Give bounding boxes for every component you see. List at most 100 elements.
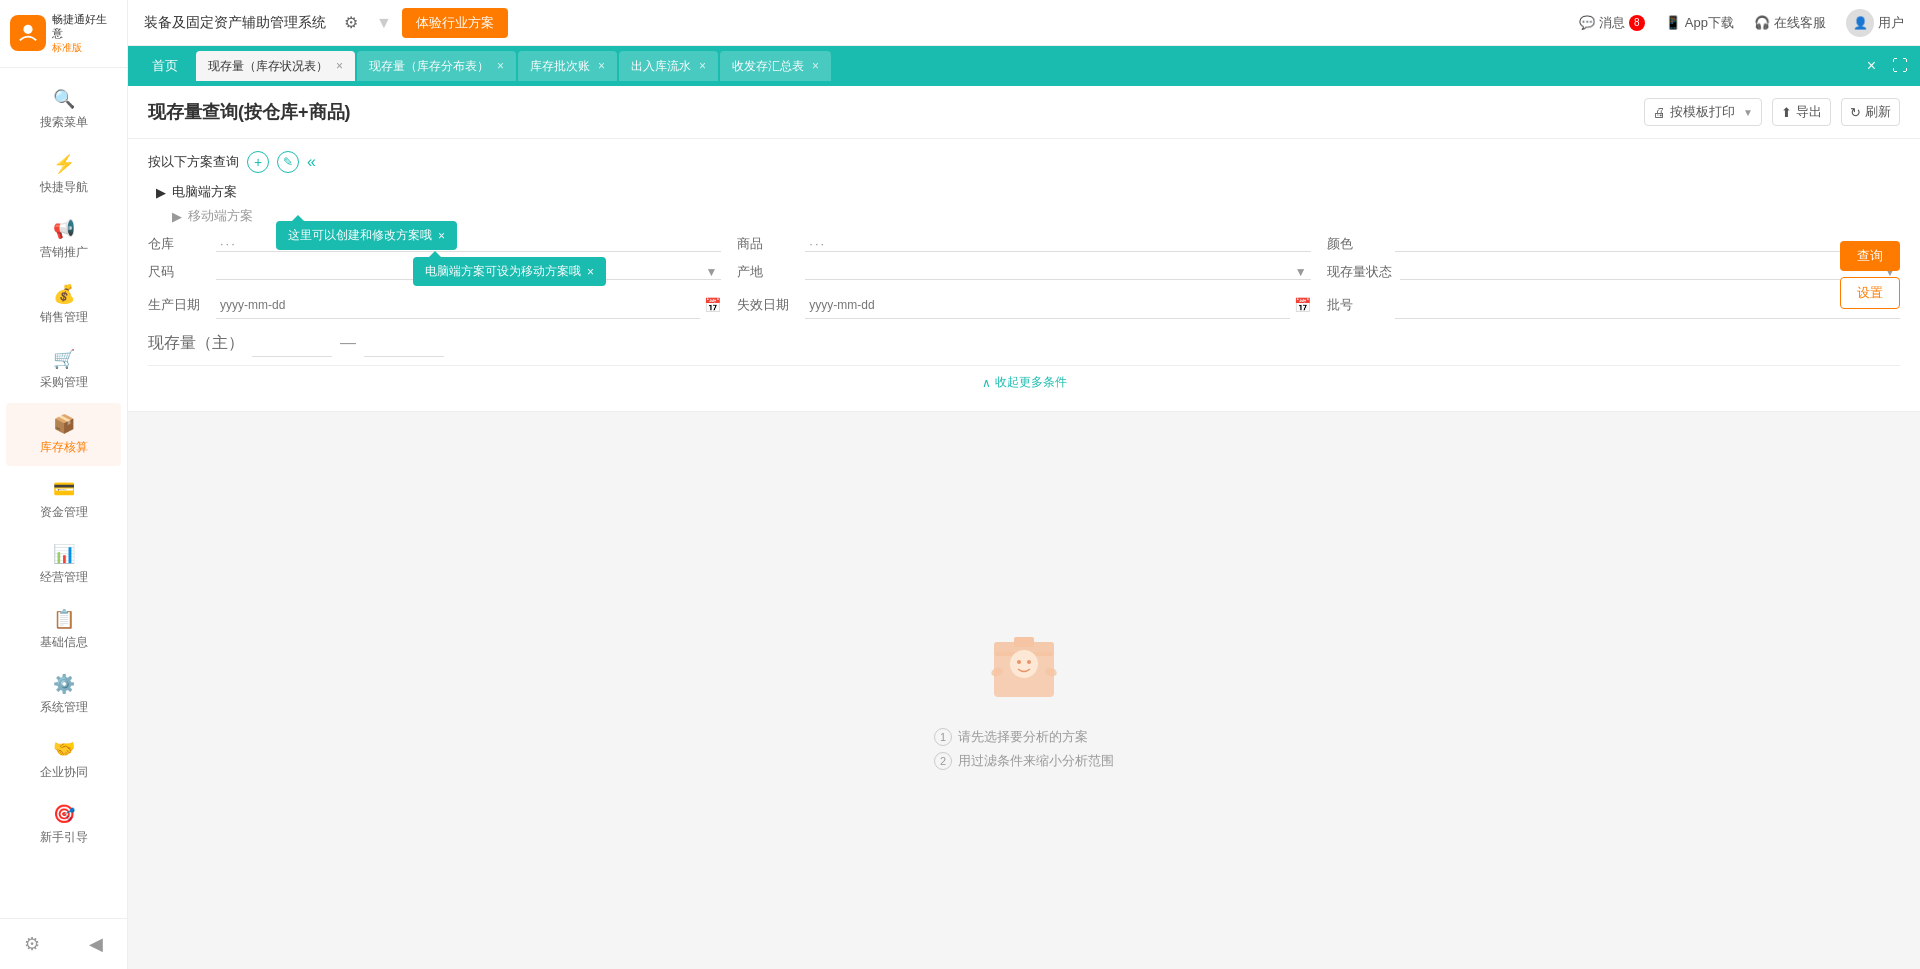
filter-header: 按以下方案查询 + ✎ « xyxy=(148,151,1900,173)
add-scheme-btn[interactable]: + xyxy=(247,151,269,173)
tab-batch-account[interactable]: 库存批次账 × xyxy=(518,51,617,81)
avatar: 👤 xyxy=(1846,9,1874,37)
tab-inventory-dist[interactable]: 现存量（库存分布表） × xyxy=(357,51,516,81)
online-support-label: 在线客服 xyxy=(1774,14,1826,32)
print-dropdown-icon: ▼ xyxy=(1743,107,1753,118)
sidebar-item-label: 资金管理 xyxy=(40,504,88,521)
message-btn[interactable]: 💬 消息 8 xyxy=(1579,14,1645,32)
step-1-num: 1 xyxy=(934,728,952,746)
filter-label: 按以下方案查询 xyxy=(148,153,239,171)
create-scheme-text: 这里可以创建和修改方案哦 xyxy=(288,227,432,244)
reset-btn[interactable]: 设置 xyxy=(1840,277,1900,309)
logo-icon xyxy=(10,15,46,51)
batch-no-input[interactable] xyxy=(1395,291,1900,319)
settings-bottom-btn[interactable]: ⚙ xyxy=(16,929,48,959)
header-settings-btn[interactable]: ⚙ xyxy=(336,8,366,38)
size-dropdown-icon: ▼ xyxy=(705,265,717,279)
sidebar-nav: 🔍 搜索菜单 ⚡ 快捷导航 📢 营销推广 💰 销售管理 🛒 采购管理 📦 库存核… xyxy=(0,68,127,918)
sidebar-item-label: 经营管理 xyxy=(40,569,88,586)
edit-scheme-btn[interactable]: ✎ xyxy=(277,151,299,173)
inventory-min-input[interactable] xyxy=(252,329,332,357)
tooltip-close-btn[interactable]: × xyxy=(438,229,445,243)
refresh-btn[interactable]: ↻ 刷新 xyxy=(1841,98,1900,126)
batch-no-label: 批号 xyxy=(1327,296,1387,314)
prev-scheme-btn[interactable]: « xyxy=(307,153,316,171)
tab-fullscreen-btn[interactable]: ⛶ xyxy=(1888,55,1912,77)
sidebar-item-sales[interactable]: 💰 销售管理 xyxy=(6,273,121,336)
sidebar-item-inventory[interactable]: 📦 库存核算 xyxy=(6,403,121,466)
calendar-icon-start[interactable]: 📅 xyxy=(704,297,721,313)
sidebar-item-search[interactable]: 🔍 搜索菜单 xyxy=(6,78,121,141)
system-icon: ⚙️ xyxy=(53,673,75,695)
tab-close-btn[interactable]: × xyxy=(497,59,504,73)
user-label: 用户 xyxy=(1878,14,1904,32)
origin-field: 产地 ▼ xyxy=(737,263,1310,281)
empty-step-1-text: 请先选择要分析的方案 xyxy=(958,728,1088,746)
tab-close-all-btn[interactable]: × xyxy=(1863,55,1880,77)
stock-status-field: 现存量状态 ▼ xyxy=(1327,263,1900,281)
tab-inout-flow[interactable]: 出入库流水 × xyxy=(619,51,718,81)
create-scheme-tooltip: 这里可以创建和修改方案哦 × xyxy=(276,221,457,250)
scheme-tooltip-popup: 电脑端方案可设为移动方案哦 × xyxy=(413,257,606,286)
tab-close-btn[interactable]: × xyxy=(812,59,819,73)
content-area: 现存量查询(按仓库+商品) 🖨 按模板打印 ▼ ⬆ 导出 ↻ 刷新 xyxy=(128,86,1920,969)
sidebar-item-quick-nav[interactable]: ⚡ 快捷导航 xyxy=(6,143,121,206)
sidebar-item-base-info[interactable]: 📋 基础信息 xyxy=(6,598,121,661)
marketing-icon: 📢 xyxy=(53,218,75,240)
user-menu[interactable]: 👤 用户 xyxy=(1846,9,1904,37)
sidebar-item-label: 库存核算 xyxy=(40,439,88,456)
print-btn[interactable]: 🖨 按模板打印 ▼ xyxy=(1644,98,1762,126)
sidebar-item-label: 基础信息 xyxy=(40,634,88,651)
tab-close-btn[interactable]: × xyxy=(598,59,605,73)
svg-point-0 xyxy=(23,25,32,34)
inventory-separator: — xyxy=(340,334,356,352)
production-date-range: 📅 xyxy=(216,291,721,319)
filter-area: 按以下方案查询 + ✎ « ▶ 电脑端方案 ▶ 移动端方案 电脑端方案可设为移动… xyxy=(128,139,1920,412)
desktop-scheme-item[interactable]: ▶ 电脑端方案 xyxy=(156,183,1900,201)
sidebar-item-operations[interactable]: 📊 经营管理 xyxy=(6,533,121,596)
sidebar-item-guide[interactable]: 🎯 新手引导 xyxy=(6,793,121,856)
tab-inventory-status[interactable]: 现存量（库存状况表） × xyxy=(196,51,355,81)
page-header: 现存量查询(按仓库+商品) 🖨 按模板打印 ▼ ⬆ 导出 ↻ 刷新 xyxy=(128,86,1920,139)
message-label: 消息 xyxy=(1599,14,1625,32)
chevron-up-icon: ∧ xyxy=(982,376,991,390)
page-actions: 🖨 按模板打印 ▼ ⬆ 导出 ↻ 刷新 xyxy=(1644,98,1900,126)
collapse-more-btn[interactable]: ∧ 收起更多条件 xyxy=(148,365,1900,399)
color-field: 颜色 ▼ xyxy=(1327,235,1900,253)
calendar-icon-expiry[interactable]: 📅 xyxy=(1294,297,1311,313)
sidebar-item-system[interactable]: ⚙️ 系统管理 xyxy=(6,663,121,726)
enterprise-icon: 🤝 xyxy=(53,738,75,760)
color-label: 颜色 xyxy=(1327,235,1387,253)
phone-icon: 📱 xyxy=(1665,15,1681,30)
page-title: 现存量查询(按仓库+商品) xyxy=(148,100,351,124)
sidebar-item-finance[interactable]: 💳 资金管理 xyxy=(6,468,121,531)
top-header: 装备及固定资产辅助管理系统 ⚙ ▼ 体验行业方案 💬 消息 8 📱 App下载 … xyxy=(128,0,1920,46)
svg-rect-3 xyxy=(1014,637,1034,647)
search-btn[interactable]: 查询 xyxy=(1840,241,1900,271)
search-icon: 🔍 xyxy=(53,88,75,110)
empty-state: 1 请先选择要分析的方案 2 用过滤条件来缩小分析范围 xyxy=(128,412,1920,969)
sidebar-item-purchase[interactable]: 🛒 采购管理 xyxy=(6,338,121,401)
sidebar-item-label: 企业协同 xyxy=(40,764,88,781)
warehouse-label: 仓库 xyxy=(148,235,208,253)
expiry-date-start[interactable] xyxy=(805,291,1289,319)
tab-summary[interactable]: 收发存汇总表 × xyxy=(720,51,831,81)
tab-home[interactable]: 首页 xyxy=(136,46,194,86)
sidebar-item-enterprise[interactable]: 🤝 企业协同 xyxy=(6,728,121,791)
online-support-btn[interactable]: 🎧 在线客服 xyxy=(1754,14,1826,32)
quick-nav-icon: ⚡ xyxy=(53,153,75,175)
inventory-max-input[interactable] xyxy=(364,329,444,357)
sidebar-item-marketing[interactable]: 📢 营销推广 xyxy=(6,208,121,271)
production-date-start[interactable] xyxy=(216,291,700,319)
sidebar-item-label: 搜索菜单 xyxy=(40,114,88,131)
app-download-btn[interactable]: 📱 App下载 xyxy=(1665,14,1734,32)
scheme-tooltip-close[interactable]: × xyxy=(587,265,594,279)
industry-btn[interactable]: 体验行业方案 xyxy=(402,8,508,38)
export-btn[interactable]: ⬆ 导出 xyxy=(1772,98,1831,126)
tab-close-btn[interactable]: × xyxy=(336,59,343,73)
tab-close-btn[interactable]: × xyxy=(699,59,706,73)
filter-row-3: 生产日期 📅 失效日期 📅 批号 xyxy=(148,291,1900,319)
finance-icon: 💳 xyxy=(53,478,75,500)
sidebar-item-label: 采购管理 xyxy=(40,374,88,391)
collapse-sidebar-btn[interactable]: ◀ xyxy=(81,929,111,959)
